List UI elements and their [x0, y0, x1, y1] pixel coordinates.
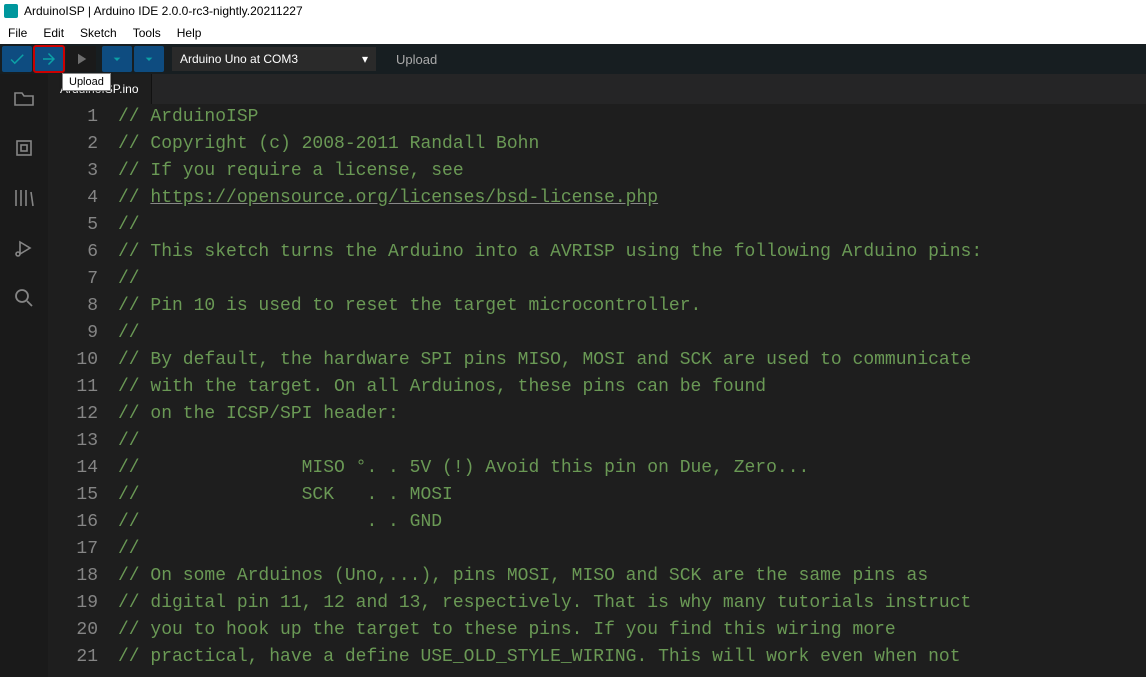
line-number: 11	[48, 374, 98, 401]
code-line[interactable]: // ArduinoISP	[118, 104, 1146, 131]
menu-tools[interactable]: Tools	[125, 24, 169, 42]
code-line[interactable]: // Copyright (c) 2008-2011 Randall Bohn	[118, 131, 1146, 158]
code-line[interactable]: // . . GND	[118, 509, 1146, 536]
board-selector-label: Arduino Uno at COM3	[180, 52, 298, 66]
line-number: 14	[48, 455, 98, 482]
upload-tooltip: Upload	[62, 73, 111, 91]
code-line[interactable]: // Pin 10 is used to reset the target mi…	[118, 293, 1146, 320]
debugger-icon[interactable]	[10, 234, 38, 262]
menu-edit[interactable]: Edit	[35, 24, 72, 42]
line-number: 15	[48, 482, 98, 509]
boards-manager-icon[interactable]	[10, 134, 38, 162]
menu-help[interactable]: Help	[169, 24, 210, 42]
checkmark-icon	[8, 50, 26, 68]
line-number: 6	[48, 239, 98, 266]
code-editor[interactable]: 123456789101112131415161718192021 // Ard…	[48, 104, 1146, 677]
library-manager-icon[interactable]	[10, 184, 38, 212]
code-line[interactable]: // practical, have a define USE_OLD_STYL…	[118, 644, 1146, 671]
open-button[interactable]	[102, 46, 132, 72]
code-line[interactable]: // you to hook up the target to these pi…	[118, 617, 1146, 644]
line-number: 3	[48, 158, 98, 185]
code-line[interactable]: // SCK . . MOSI	[118, 482, 1146, 509]
debug-button[interactable]	[66, 46, 96, 72]
line-number-gutter: 123456789101112131415161718192021	[48, 104, 118, 677]
code-line[interactable]: // On some Arduinos (Uno,...), pins MOSI…	[118, 563, 1146, 590]
line-number: 21	[48, 644, 98, 671]
code-line[interactable]: //	[118, 428, 1146, 455]
code-line[interactable]: // https://opensource.org/licenses/bsd-l…	[118, 185, 1146, 212]
line-number: 16	[48, 509, 98, 536]
line-number: 10	[48, 347, 98, 374]
line-number: 1	[48, 104, 98, 131]
board-selector[interactable]: Arduino Uno at COM3 ▾	[172, 47, 376, 71]
line-number: 4	[48, 185, 98, 212]
upload-status-label: Upload	[396, 52, 437, 67]
menu-sketch[interactable]: Sketch	[72, 24, 125, 42]
line-number: 19	[48, 590, 98, 617]
upload-button[interactable]	[34, 46, 64, 72]
code-line[interactable]: // This sketch turns the Arduino into a …	[118, 239, 1146, 266]
code-line[interactable]: // By default, the hardware SPI pins MIS…	[118, 347, 1146, 374]
save-button[interactable]	[134, 46, 164, 72]
explorer-icon[interactable]	[10, 84, 38, 112]
line-number: 20	[48, 617, 98, 644]
code-content[interactable]: // ArduinoISP// Copyright (c) 2008-2011 …	[118, 104, 1146, 677]
chevron-down-icon: ▾	[362, 52, 368, 66]
menubar: File Edit Sketch Tools Help	[0, 22, 1146, 44]
editor-area: ArduinoISP.ino 1234567891011121314151617…	[48, 74, 1146, 677]
code-line[interactable]: //	[118, 266, 1146, 293]
code-line[interactable]: // digital pin 11, 12 and 13, respective…	[118, 590, 1146, 617]
search-icon[interactable]	[10, 284, 38, 312]
line-number: 18	[48, 563, 98, 590]
line-number: 2	[48, 131, 98, 158]
titlebar: ArduinoISP | Arduino IDE 2.0.0-rc3-night…	[0, 0, 1146, 22]
toolbar: Arduino Uno at COM3 ▾ Upload Upload	[0, 44, 1146, 74]
line-number: 13	[48, 428, 98, 455]
verify-button[interactable]	[2, 46, 32, 72]
code-line[interactable]: // with the target. On all Arduinos, the…	[118, 374, 1146, 401]
menu-file[interactable]: File	[0, 24, 35, 42]
window-title: ArduinoISP | Arduino IDE 2.0.0-rc3-night…	[24, 4, 303, 18]
arrow-down-icon	[141, 51, 157, 67]
code-line[interactable]: //	[118, 320, 1146, 347]
code-line[interactable]: // on the ICSP/SPI header:	[118, 401, 1146, 428]
activity-bar	[0, 74, 48, 677]
code-line[interactable]: //	[118, 212, 1146, 239]
debug-icon	[72, 50, 90, 68]
line-number: 9	[48, 320, 98, 347]
line-number: 7	[48, 266, 98, 293]
main-area: ArduinoISP.ino 1234567891011121314151617…	[0, 74, 1146, 677]
tab-bar: ArduinoISP.ino	[48, 74, 1146, 104]
line-number: 5	[48, 212, 98, 239]
code-line[interactable]: // MISO °. . 5V (!) Avoid this pin on Du…	[118, 455, 1146, 482]
code-line[interactable]: // If you require a license, see	[118, 158, 1146, 185]
line-number: 17	[48, 536, 98, 563]
arrow-right-icon	[40, 50, 58, 68]
line-number: 8	[48, 293, 98, 320]
arrow-down-icon	[109, 51, 125, 67]
line-number: 12	[48, 401, 98, 428]
code-line[interactable]: //	[118, 536, 1146, 563]
arduino-app-icon	[4, 4, 18, 18]
